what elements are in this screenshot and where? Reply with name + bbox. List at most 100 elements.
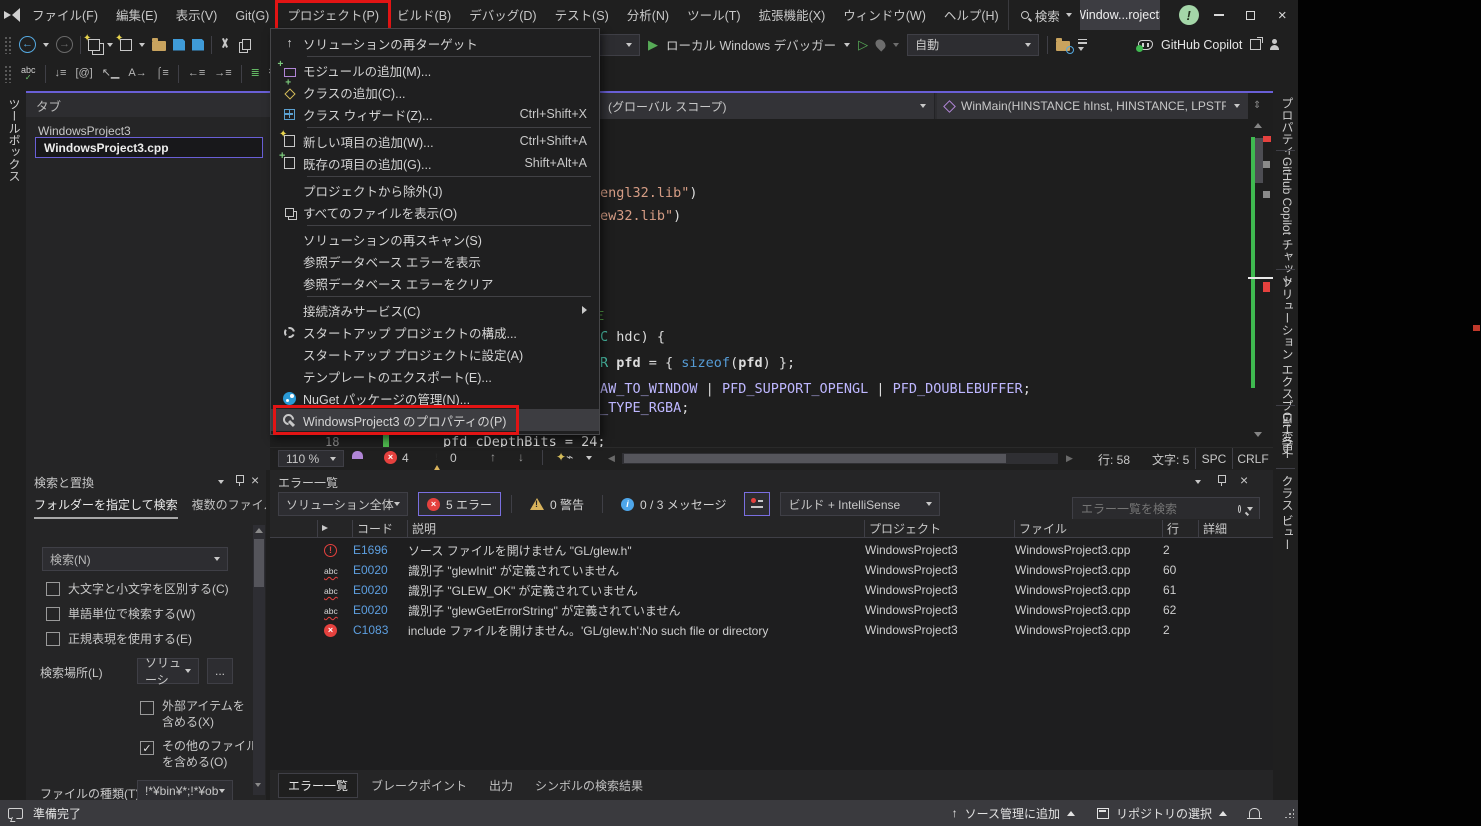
include-misc-checkbox[interactable]: ✓ [140, 741, 154, 755]
word-wrap-icon[interactable]: A→ [128, 68, 146, 79]
menu-file[interactable]: ファイル(F) [23, 3, 107, 29]
error-row[interactable]: × C1083 include ファイルを開けません。'GL/glew.h':N… [270, 620, 1273, 640]
error-search-input[interactable] [1079, 501, 1238, 517]
toolbar-grip[interactable] [4, 35, 12, 54]
error-row[interactable]: abc E0020 識別子 "glewGetErrorString" が定義され… [270, 600, 1273, 620]
hot-reload-dropdown-icon[interactable] [893, 42, 900, 47]
menu-extensions[interactable]: 拡張機能(X) [750, 3, 835, 29]
menu-test[interactable]: テスト(S) [546, 3, 618, 29]
menu-item-add-new-item[interactable]: ✦ 新しい項目の追加(W)... Ctrl+Shift+A [271, 130, 599, 152]
look-in-combo[interactable]: ソリューシ [137, 656, 199, 687]
new-file-button[interactable]: ✦ [115, 33, 132, 51]
menu-item-rescan-solution[interactable]: ソリューションの再スキャン(S) [271, 228, 599, 250]
scroll-down-icon[interactable] [1254, 432, 1262, 437]
new-file-dropdown-icon[interactable] [139, 42, 145, 47]
scroll-thumb[interactable] [254, 539, 264, 587]
menu-item-retarget-solution[interactable]: ↑ ソリューションの再ターゲット [271, 32, 599, 54]
panel-dropdown-icon[interactable] [218, 480, 224, 484]
sidebar-tab-properties[interactable]: プロパティ [1279, 97, 1296, 157]
increase-indent-icon[interactable]: →≡ [214, 68, 231, 79]
header-file[interactable]: ファイル [1015, 519, 1163, 537]
whole-word-checkbox[interactable] [46, 606, 60, 621]
messages-filter-button[interactable]: i0 / 3 メッセージ [613, 492, 734, 516]
menu-debug[interactable]: デバッグ(D) [460, 3, 545, 29]
active-document-tab[interactable]: WindowsProject3.cpp [35, 137, 263, 158]
tab-find-in-folder[interactable]: フォルダーを指定して検索 [34, 496, 178, 519]
close-button[interactable]: × [1266, 0, 1298, 30]
error-row[interactable]: abc E0020 識別子 "glewInit" が定義されていません Wind… [270, 560, 1273, 580]
menu-item-clear-reference-db-errors[interactable]: 参照データベース エラーをクリア [271, 272, 599, 294]
navigate-forward-button[interactable]: → [56, 36, 73, 53]
menu-window[interactable]: ウィンドウ(W) [834, 3, 935, 29]
menu-item-show-reference-db-errors[interactable]: 参照データベース エラーを表示 [271, 250, 599, 272]
debug-target-label[interactable]: ローカル Windows デバッガー [666, 35, 836, 54]
search-dropdown-icon[interactable] [1247, 507, 1253, 511]
spell-check-icon[interactable]: abc ✓ [21, 65, 36, 82]
menu-view[interactable]: 表示(V) [167, 3, 227, 29]
save-all-button[interactable] [192, 38, 204, 51]
menu-item-manage-nuget-packages[interactable]: NuGet パッケージの管理(N)... [271, 387, 599, 409]
member-list-icon[interactable]: [@] [75, 68, 92, 79]
share-icon[interactable] [1250, 37, 1264, 50]
menu-analyze[interactable]: 分析(N) [618, 3, 678, 29]
live-share-icon[interactable] [1269, 38, 1281, 51]
prev-issue-icon[interactable]: ↑ [490, 450, 496, 464]
header-project[interactable]: プロジェクト [865, 519, 1015, 537]
menu-item-add-module[interactable]: モジュールの追加(M)... [271, 59, 599, 81]
error-count-icon[interactable]: × [384, 451, 397, 464]
sidebar-tab-toolbox[interactable]: ツールボックス [6, 98, 23, 182]
menu-item-connected-services[interactable]: 接続済みサービス(C) [271, 299, 599, 321]
tab-error-list[interactable]: エラー一覧 [278, 773, 359, 798]
sidebar-tab-copilot-chat[interactable]: GitHub Copilot チャット [1279, 157, 1296, 286]
file-types-combo[interactable]: !*¥bin¥*;!*¥ob [137, 780, 233, 802]
header-line[interactable]: 行 [1163, 519, 1199, 537]
hscroll-left-icon[interactable]: ◀ [608, 453, 615, 464]
menu-item-show-all-files[interactable]: すべてのファイルを表示(O) [271, 201, 599, 223]
next-issue-icon[interactable]: ↓ [518, 450, 524, 464]
error-count[interactable]: 4 [402, 451, 409, 465]
menu-git[interactable]: Git(G) [226, 3, 278, 29]
hscroll-thumb[interactable] [624, 454, 1006, 463]
navigate-back-button[interactable]: ← [19, 36, 36, 53]
select-repository-button[interactable]: リポジトリの選択 [1096, 805, 1227, 822]
spaces-indicator[interactable]: SPC [1195, 448, 1232, 469]
include-external-checkbox[interactable] [140, 701, 154, 715]
close-panel-icon[interactable]: × [251, 472, 259, 488]
regex-checkbox[interactable] [46, 631, 60, 646]
close-panel-icon[interactable]: × [1240, 472, 1248, 488]
panel-dropdown-icon[interactable] [1195, 480, 1201, 484]
menu-tools[interactable]: ツール(T) [678, 3, 749, 29]
notifications-bell-icon[interactable] [1247, 808, 1262, 819]
editor-vertical-scrollbar[interactable]: ⇕ [1248, 93, 1273, 447]
add-source-control-button[interactable]: ↑ ソース管理に追加 [952, 805, 1075, 822]
menu-item-exclude-from-project[interactable]: プロジェクトから除外(J) [271, 179, 599, 201]
error-search-box[interactable] [1072, 497, 1260, 521]
code-cleanup-dropdown-icon[interactable] [586, 456, 592, 460]
hot-reload-icon[interactable] [873, 37, 888, 52]
menu-build[interactable]: ビルド(B) [388, 3, 460, 29]
sidebar-tab-git-changes[interactable]: Git 変更 [1279, 412, 1296, 455]
intellisense-icon[interactable] [352, 451, 363, 459]
navigate-list-icon[interactable] [1078, 38, 1088, 51]
find-search-combo[interactable]: 検索(N) [42, 547, 228, 571]
comment-icon[interactable]: ≣ [251, 68, 260, 79]
copy-button[interactable] [242, 39, 251, 50]
cut-button[interactable] [219, 38, 231, 51]
menu-item-set-as-startup-project[interactable]: スタートアップ プロジェクトに設定(A) [271, 343, 599, 365]
build-intellisense-combo[interactable]: ビルド + IntelliSense [780, 492, 941, 516]
copy-lines-icon[interactable]: ⌠≡ [156, 68, 169, 79]
scope-nav-combo[interactable]: (グローバル スコープ) [600, 93, 935, 119]
match-case-checkbox[interactable] [46, 581, 60, 596]
header-detail[interactable]: 詳細 [1199, 520, 1273, 537]
menu-item-project-properties[interactable]: WindowsProject3 のプロパティの(P) [271, 405, 599, 435]
start-without-debug-button[interactable]: ▷ [858, 38, 868, 51]
navigate-back-dropdown-icon[interactable] [43, 42, 49, 47]
start-debug-button[interactable]: ▶ [648, 38, 658, 51]
find-panel-scrollbar[interactable] [253, 525, 265, 795]
save-button[interactable] [173, 38, 185, 51]
warning-count[interactable]: 0 [450, 451, 457, 465]
filter-toggle-button[interactable] [744, 492, 771, 516]
tab-breakpoints[interactable]: ブレークポイント [362, 774, 476, 797]
member-nav-combo[interactable]: WinMain(HINSTANCE hInst, HINSTANCE, LPST… [937, 93, 1248, 119]
errors-filter-button[interactable]: × 5 エラー [418, 492, 502, 516]
